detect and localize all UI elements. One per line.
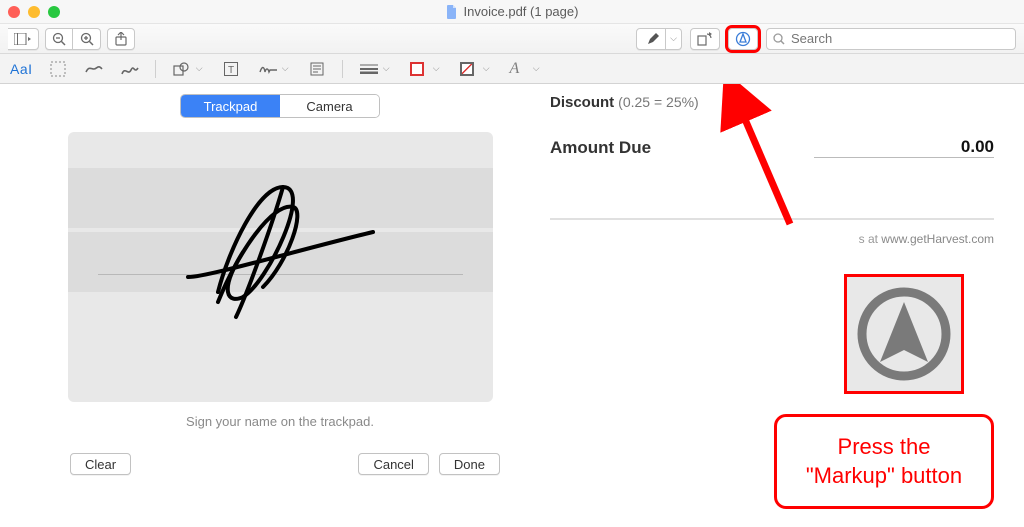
done-button[interactable]: Done bbox=[439, 453, 500, 475]
amount-due-label: Amount Due bbox=[550, 138, 651, 158]
amount-due-row: Amount Due 0.00 bbox=[550, 137, 994, 158]
annotation-zoom-markup-icon bbox=[844, 274, 964, 394]
font-style-button[interactable]: A ⌵ bbox=[507, 58, 543, 80]
content-area: Trackpad Camera Sign your name on the tr… bbox=[0, 84, 1024, 527]
zoom-out-button[interactable] bbox=[45, 28, 73, 50]
view-mode-button[interactable] bbox=[8, 28, 39, 50]
signature-pad[interactable] bbox=[68, 132, 493, 402]
highlight-tool-dropdown[interactable]: ⌵ bbox=[666, 28, 682, 50]
window-controls bbox=[8, 6, 60, 18]
chevron-down-icon: ⌵ bbox=[282, 63, 289, 74]
chevron-down-icon: ⌵ bbox=[433, 63, 440, 74]
draw-tool-icon[interactable] bbox=[119, 58, 141, 80]
amount-due-value: 0.00 bbox=[961, 137, 994, 157]
zoom-in-button[interactable] bbox=[73, 28, 101, 50]
selection-tool-icon[interactable] bbox=[47, 58, 69, 80]
main-toolbar: ⌵ bbox=[0, 24, 1024, 54]
signature-instruction: Sign your name on the trackpad. bbox=[60, 414, 500, 429]
search-input[interactable] bbox=[791, 31, 1009, 46]
line-weight-button[interactable]: ⌵ bbox=[357, 58, 393, 80]
note-tool-icon[interactable] bbox=[306, 58, 328, 80]
chevron-down-icon: ⌵ bbox=[670, 33, 677, 44]
cancel-button[interactable]: Cancel bbox=[358, 453, 428, 475]
camera-tab[interactable]: Camera bbox=[280, 95, 379, 117]
text-box-tool-icon[interactable]: T bbox=[220, 58, 242, 80]
document-divider bbox=[550, 218, 994, 220]
discount-label: Discount bbox=[550, 94, 614, 111]
text-style-button[interactable]: AaI bbox=[10, 61, 33, 77]
document-icon bbox=[446, 5, 458, 19]
sign-tool-button[interactable]: ⌵ bbox=[256, 58, 292, 80]
maximize-window-button[interactable] bbox=[48, 6, 60, 18]
signature-popover: Trackpad Camera Sign your name on the tr… bbox=[0, 84, 540, 527]
share-button[interactable] bbox=[107, 28, 135, 50]
document-footer: s at www.getHarvest.com bbox=[550, 232, 994, 246]
title-bar: Invoice.pdf (1 page) bbox=[0, 0, 1024, 24]
chevron-down-icon: ⌵ bbox=[483, 63, 490, 74]
markup-toolbar: AaI ⌵ T ⌵ ⌵ ⌵ ⌵ A ⌵ bbox=[0, 54, 1024, 84]
fill-color-button[interactable]: ⌵ bbox=[457, 58, 493, 80]
chevron-down-icon: ⌵ bbox=[383, 63, 390, 74]
signature-mode-segment: Trackpad Camera bbox=[180, 94, 380, 118]
annotation-instruction-bubble: Press the "Markup" button bbox=[774, 414, 994, 509]
trackpad-tab[interactable]: Trackpad bbox=[181, 95, 280, 117]
minimize-window-button[interactable] bbox=[28, 6, 40, 18]
highlight-tool-button[interactable] bbox=[636, 28, 666, 50]
rotate-button[interactable] bbox=[690, 28, 720, 50]
shapes-tool-button[interactable]: ⌵ bbox=[170, 58, 206, 80]
close-window-button[interactable] bbox=[8, 6, 20, 18]
svg-text:T: T bbox=[227, 65, 233, 76]
search-field[interactable] bbox=[766, 28, 1016, 50]
discount-row: Discount (0.25 = 25%) bbox=[550, 94, 994, 111]
search-icon bbox=[773, 33, 785, 45]
window-title: Invoice.pdf (1 page) bbox=[0, 4, 1024, 19]
signature-stroke bbox=[68, 132, 493, 402]
discount-sublabel: (0.25 = 25%) bbox=[618, 94, 699, 110]
window-title-text: Invoice.pdf (1 page) bbox=[464, 4, 579, 19]
stroke-color-button[interactable]: ⌵ bbox=[407, 58, 443, 80]
sketch-tool-icon[interactable] bbox=[83, 58, 105, 80]
chevron-down-icon: ⌵ bbox=[533, 63, 540, 74]
markup-button[interactable] bbox=[728, 28, 758, 50]
chevron-down-icon: ⌵ bbox=[196, 63, 203, 74]
clear-button[interactable]: Clear bbox=[70, 453, 131, 475]
harvest-link[interactable]: www.getHarvest.com bbox=[881, 232, 994, 246]
